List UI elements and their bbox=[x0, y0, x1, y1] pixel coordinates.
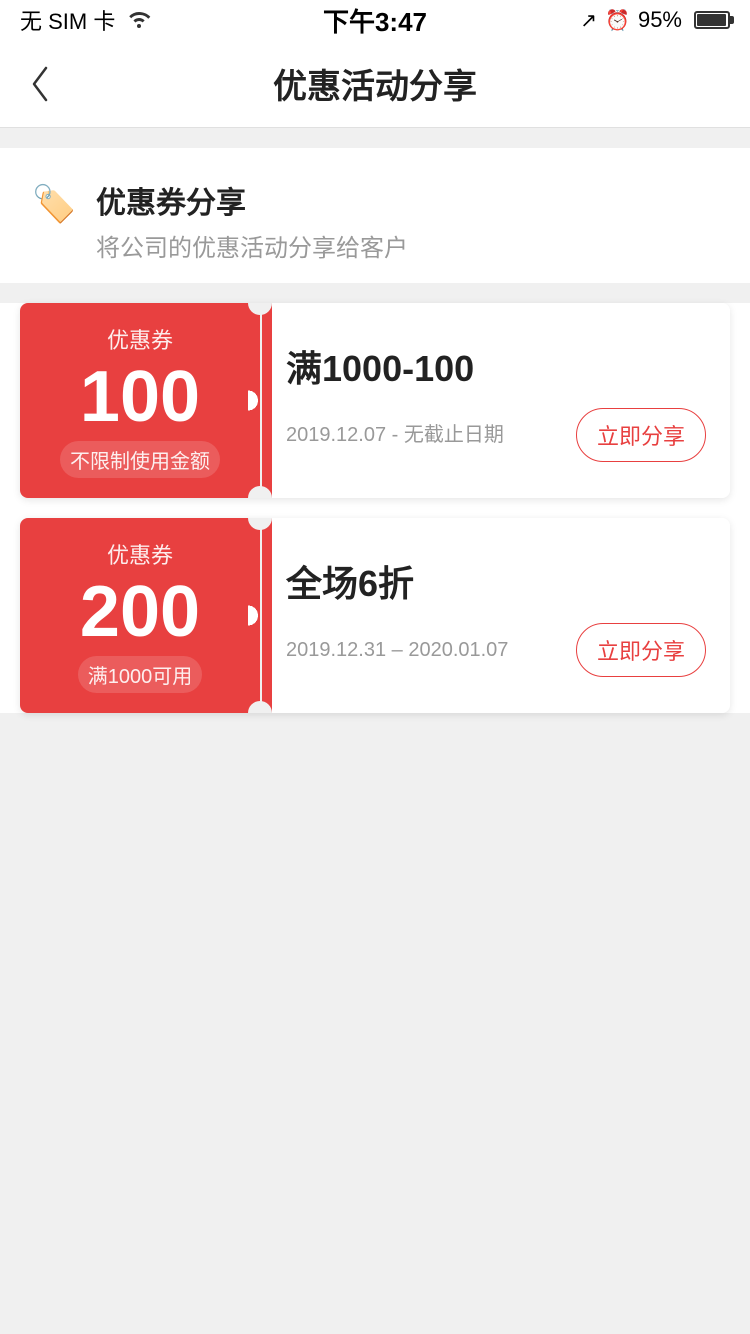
status-left: 无 SIM 卡 bbox=[20, 4, 153, 36]
coupon-label: 优惠券 bbox=[107, 323, 173, 355]
coupon-date: 2019.12.31 – 2020.01.07 bbox=[286, 636, 566, 664]
coupon-name: 满1000-100 bbox=[286, 340, 706, 392]
coupon-left: 优惠券 100 不限制使用金额 bbox=[20, 303, 260, 498]
location-icon: ↗ bbox=[580, 8, 597, 33]
coupon-meta: 2019.12.07 - 无截止日期 立即分享 bbox=[286, 408, 706, 462]
battery-percentage: 95% bbox=[638, 7, 682, 33]
coupon-divider bbox=[260, 303, 262, 498]
coupon-amount: 100 bbox=[80, 361, 200, 433]
coupon-right: 满1000-100 2019.12.07 - 无截止日期 立即分享 bbox=[262, 303, 730, 498]
coupon-icon: 🏷️ bbox=[28, 178, 80, 230]
alarm-icon: ⏰ bbox=[605, 8, 630, 33]
wifi-icon bbox=[125, 6, 153, 34]
status-bar: 无 SIM 卡 下午3:47 ↗ ⏰ 95% bbox=[0, 0, 750, 40]
nav-bar: 优惠活动分享 bbox=[0, 40, 750, 128]
coupon-right: 全场6折 2019.12.31 – 2020.01.07 立即分享 bbox=[262, 518, 730, 713]
coupon-left: 优惠券 200 满1000可用 bbox=[20, 518, 260, 713]
status-time: 下午3:47 bbox=[323, 2, 427, 39]
status-right: ↗ ⏰ 95% bbox=[580, 7, 730, 33]
share-button[interactable]: 立即分享 bbox=[576, 408, 706, 462]
coupon-condition: 不限制使用金额 bbox=[60, 441, 220, 478]
section-desc: 将公司的优惠活动分享给客户 bbox=[96, 228, 408, 263]
back-button[interactable] bbox=[28, 64, 52, 104]
coupon-divider bbox=[260, 518, 262, 713]
coupons-container: 优惠券 100 不限制使用金额 满1000-100 2019.12.07 - 无… bbox=[0, 303, 750, 713]
carrier-text: 无 SIM 卡 bbox=[20, 4, 115, 36]
coupon-amount: 200 bbox=[80, 576, 200, 648]
share-button[interactable]: 立即分享 bbox=[576, 623, 706, 677]
section-text: 优惠券分享 将公司的优惠活动分享给客户 bbox=[96, 178, 408, 263]
page-background bbox=[0, 733, 750, 1233]
coupon-label: 优惠券 bbox=[107, 538, 173, 570]
battery-icon bbox=[694, 11, 730, 29]
section-header: 🏷️ 优惠券分享 将公司的优惠活动分享给客户 bbox=[0, 148, 750, 283]
coupon-name: 全场6折 bbox=[286, 555, 706, 607]
coupon-meta: 2019.12.31 – 2020.01.07 立即分享 bbox=[286, 623, 706, 677]
page-title: 优惠活动分享 bbox=[273, 59, 477, 108]
coupon-item: 优惠券 200 满1000可用 全场6折 2019.12.31 – 2020.0… bbox=[20, 518, 730, 713]
coupon-condition: 满1000可用 bbox=[78, 656, 203, 693]
coupon-date: 2019.12.07 - 无截止日期 bbox=[286, 421, 566, 449]
section-title: 优惠券分享 bbox=[96, 178, 408, 222]
coupon-item: 优惠券 100 不限制使用金额 满1000-100 2019.12.07 - 无… bbox=[20, 303, 730, 498]
